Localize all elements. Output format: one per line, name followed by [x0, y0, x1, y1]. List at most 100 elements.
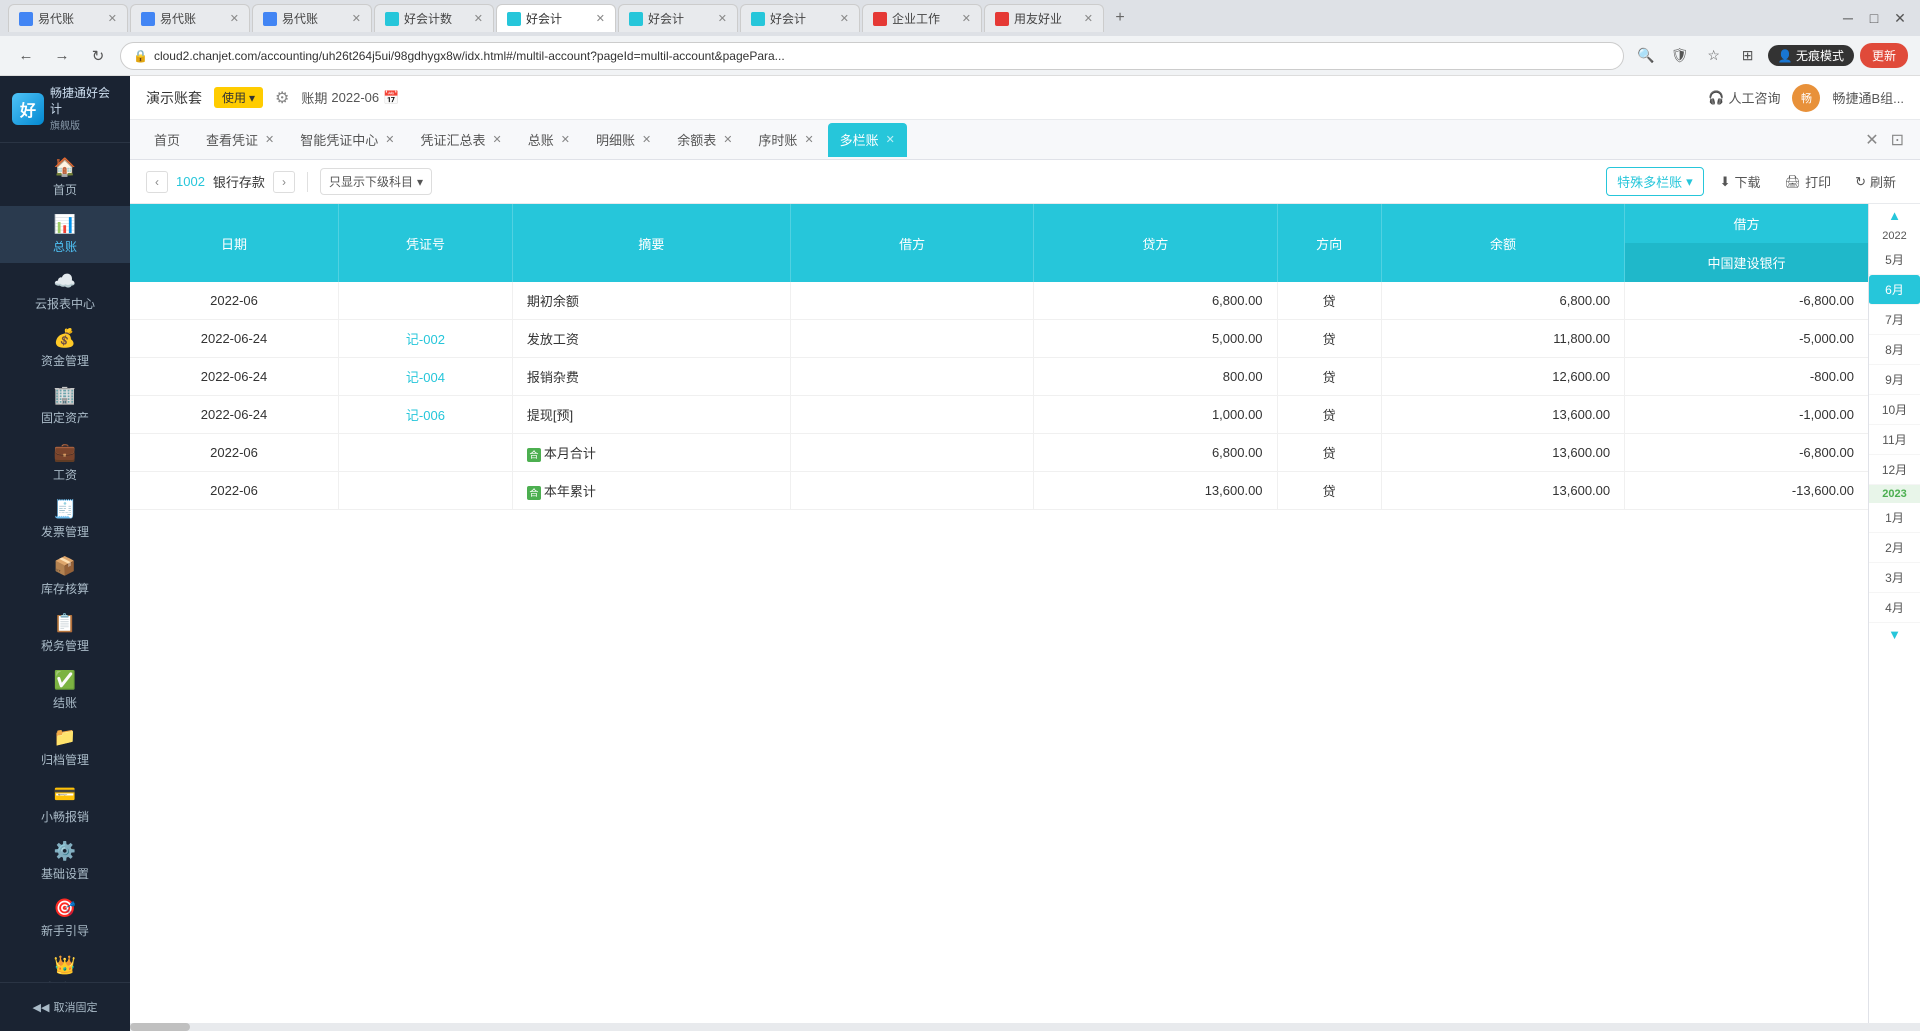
month-scroll-down-button[interactable]: ▼	[1869, 623, 1920, 646]
tab-voucher-summary[interactable]: 凭证汇总表 ✕	[408, 123, 513, 157]
tab-detail-ledger[interactable]: 明细账 ✕	[584, 123, 663, 157]
star-icon-btn[interactable]: ☆	[1700, 42, 1728, 70]
tab-close-7[interactable]: ✕	[840, 12, 849, 25]
sidebar-item-funds[interactable]: 💰 资金管理	[0, 320, 130, 377]
tab-view-voucher-close[interactable]: ✕	[265, 133, 274, 146]
sidebar-item-invoice[interactable]: 🧾 发票管理	[0, 491, 130, 548]
tab-smart-voucher-close[interactable]: ✕	[385, 133, 394, 146]
sidebar-item-assets[interactable]: 🏢 固定资产	[0, 377, 130, 434]
tab-close-2[interactable]: ✕	[230, 12, 239, 25]
special-multi-column-button[interactable]: 特殊多栏账 ▾	[1606, 167, 1704, 196]
sidebar-item-payroll[interactable]: 💼 工资	[0, 434, 130, 491]
sidebar-icon-btn[interactable]: ⊞	[1734, 42, 1762, 70]
close-button[interactable]: ✕	[1888, 6, 1912, 30]
month-scroll-up-button[interactable]: ▲	[1869, 204, 1920, 227]
browser-tab-5[interactable]: 好会计 ✕	[496, 4, 616, 32]
table-cell[interactable]: 记-004	[339, 358, 513, 396]
month-2023-02[interactable]: 2月	[1869, 533, 1920, 563]
table-container[interactable]: 日期 凭证号 摘要 借方 贷方 方向 余额 借方 中国建设银行	[130, 204, 1868, 1023]
voucher-link[interactable]: 记-004	[406, 370, 445, 385]
forward-button[interactable]: →	[48, 42, 76, 70]
tab-balance[interactable]: 余额表 ✕	[665, 123, 744, 157]
month-2022-09[interactable]: 9月	[1869, 365, 1920, 395]
horizontal-scrollbar[interactable]	[130, 1023, 1920, 1031]
browser-tab-1[interactable]: 易代账 ✕	[8, 4, 128, 32]
browser-tab-6[interactable]: 好会计 ✕	[618, 4, 738, 32]
month-2022-10[interactable]: 10月	[1869, 395, 1920, 425]
wuhen-button[interactable]: 👤 无痕模式	[1768, 45, 1854, 66]
tab-bar-close-icon[interactable]: ✕	[1861, 126, 1882, 154]
voucher-link[interactable]: 记-002	[406, 332, 445, 347]
settings-gear-icon[interactable]: ⚙	[275, 88, 289, 108]
tab-close-6[interactable]: ✕	[718, 12, 727, 25]
browser-tab-4[interactable]: 好会计数 ✕	[374, 4, 494, 32]
month-2023-01[interactable]: 1月	[1869, 503, 1920, 533]
tab-general-ledger-close[interactable]: ✕	[561, 133, 570, 146]
tab-bar-expand-icon[interactable]: ⊡	[1887, 126, 1908, 154]
month-2022-08[interactable]: 8月	[1869, 335, 1920, 365]
table-cell[interactable]: 记-006	[339, 396, 513, 434]
tab-journal-close[interactable]: ✕	[804, 133, 813, 146]
refresh-button[interactable]: ↻ 刷新	[1847, 168, 1904, 195]
tab-close-3[interactable]: ✕	[352, 12, 361, 25]
tab-detail-ledger-close[interactable]: ✕	[642, 133, 651, 146]
sidebar-item-close[interactable]: ✅ 结账	[0, 662, 130, 719]
tab-view-voucher[interactable]: 查看凭证 ✕	[194, 123, 286, 157]
browser-tab-9[interactable]: 用友好业 ✕	[984, 4, 1104, 32]
month-2022-11[interactable]: 11月	[1869, 425, 1920, 455]
tab-home[interactable]: 首页	[142, 123, 192, 157]
browser-tab-2[interactable]: 易代账 ✕	[130, 4, 250, 32]
browser-tab-8[interactable]: 企业工作 ✕	[862, 4, 982, 32]
tab-general-ledger[interactable]: 总账 ✕	[516, 123, 582, 157]
collapse-button[interactable]: ◀◀ 取消固定	[0, 991, 130, 1023]
month-2023-04[interactable]: 4月	[1869, 593, 1920, 623]
sidebar-item-ledger[interactable]: 📊 总账	[0, 206, 130, 263]
sidebar-item-inventory[interactable]: 📦 库存核算	[0, 548, 130, 605]
browser-tab-3[interactable]: 易代账 ✕	[252, 4, 372, 32]
update-button[interactable]: 更新	[1860, 43, 1908, 68]
sidebar-item-guide[interactable]: 🎯 新手引导	[0, 890, 130, 947]
tab-close-4[interactable]: ✕	[474, 12, 483, 25]
tab-close-8[interactable]: ✕	[962, 12, 971, 25]
tab-multi-column-close[interactable]: ✕	[886, 133, 895, 146]
month-2022-05[interactable]: 5月	[1869, 245, 1920, 275]
month-2022-06[interactable]: 6月	[1869, 275, 1920, 305]
tab-multi-column[interactable]: 多栏账 ✕	[828, 123, 907, 157]
month-2023-03[interactable]: 3月	[1869, 563, 1920, 593]
scrollbar-thumb[interactable]	[130, 1023, 190, 1031]
user-avatar[interactable]: 畅	[1792, 84, 1820, 112]
sidebar-item-archive[interactable]: 📁 归档管理	[0, 719, 130, 776]
tab-smart-voucher[interactable]: 智能凭证中心 ✕	[288, 123, 406, 157]
back-button[interactable]: ←	[12, 42, 40, 70]
shield-icon-btn[interactable]: 🛡	[1666, 42, 1694, 70]
account-prev-button[interactable]: ‹	[146, 171, 168, 193]
table-cell[interactable]: 记-002	[339, 320, 513, 358]
address-bar[interactable]: 🔒 cloud2.chanjet.com/accounting/uh26t264…	[120, 42, 1624, 70]
month-2022-07[interactable]: 7月	[1869, 305, 1920, 335]
sidebar-item-settings[interactable]: ⚙️ 基础设置	[0, 833, 130, 890]
sidebar-item-tax[interactable]: 📋 税务管理	[0, 605, 130, 662]
download-button[interactable]: ⬇ 下载	[1712, 168, 1769, 195]
new-tab-button[interactable]: +	[1106, 4, 1134, 32]
print-button[interactable]: 🖨 打印	[1777, 168, 1840, 195]
sidebar-item-home[interactable]: 🏠 首页	[0, 149, 130, 206]
browser-tab-7[interactable]: 好会计 ✕	[740, 4, 860, 32]
voucher-link[interactable]: 记-006	[406, 408, 445, 423]
tab-close-1[interactable]: ✕	[108, 12, 117, 25]
consult-button[interactable]: 🎧 人工咨询	[1708, 88, 1780, 107]
tab-close-5[interactable]: ✕	[596, 12, 605, 25]
sidebar-item-expense[interactable]: 💳 小畅报销	[0, 776, 130, 833]
minimize-button[interactable]: ─	[1836, 6, 1860, 30]
tab-voucher-summary-close[interactable]: ✕	[493, 133, 502, 146]
account-next-button[interactable]: ›	[273, 171, 295, 193]
sidebar-item-vip[interactable]: 👑 畅会员	[0, 947, 130, 982]
tab-journal[interactable]: 序时账 ✕	[746, 123, 825, 157]
tab-close-9[interactable]: ✕	[1084, 12, 1093, 25]
tab-balance-close[interactable]: ✕	[723, 133, 732, 146]
reload-button[interactable]: ↻	[84, 42, 112, 70]
search-icon-btn[interactable]: 🔍	[1632, 42, 1660, 70]
restore-button[interactable]: □	[1862, 6, 1886, 30]
filter-dropdown[interactable]: 只显示下级科目 ▾	[320, 168, 432, 195]
sidebar-item-cloud-reports[interactable]: ☁️ 云报表中心	[0, 263, 130, 320]
demo-badge[interactable]: 使用 ▾	[214, 87, 263, 108]
